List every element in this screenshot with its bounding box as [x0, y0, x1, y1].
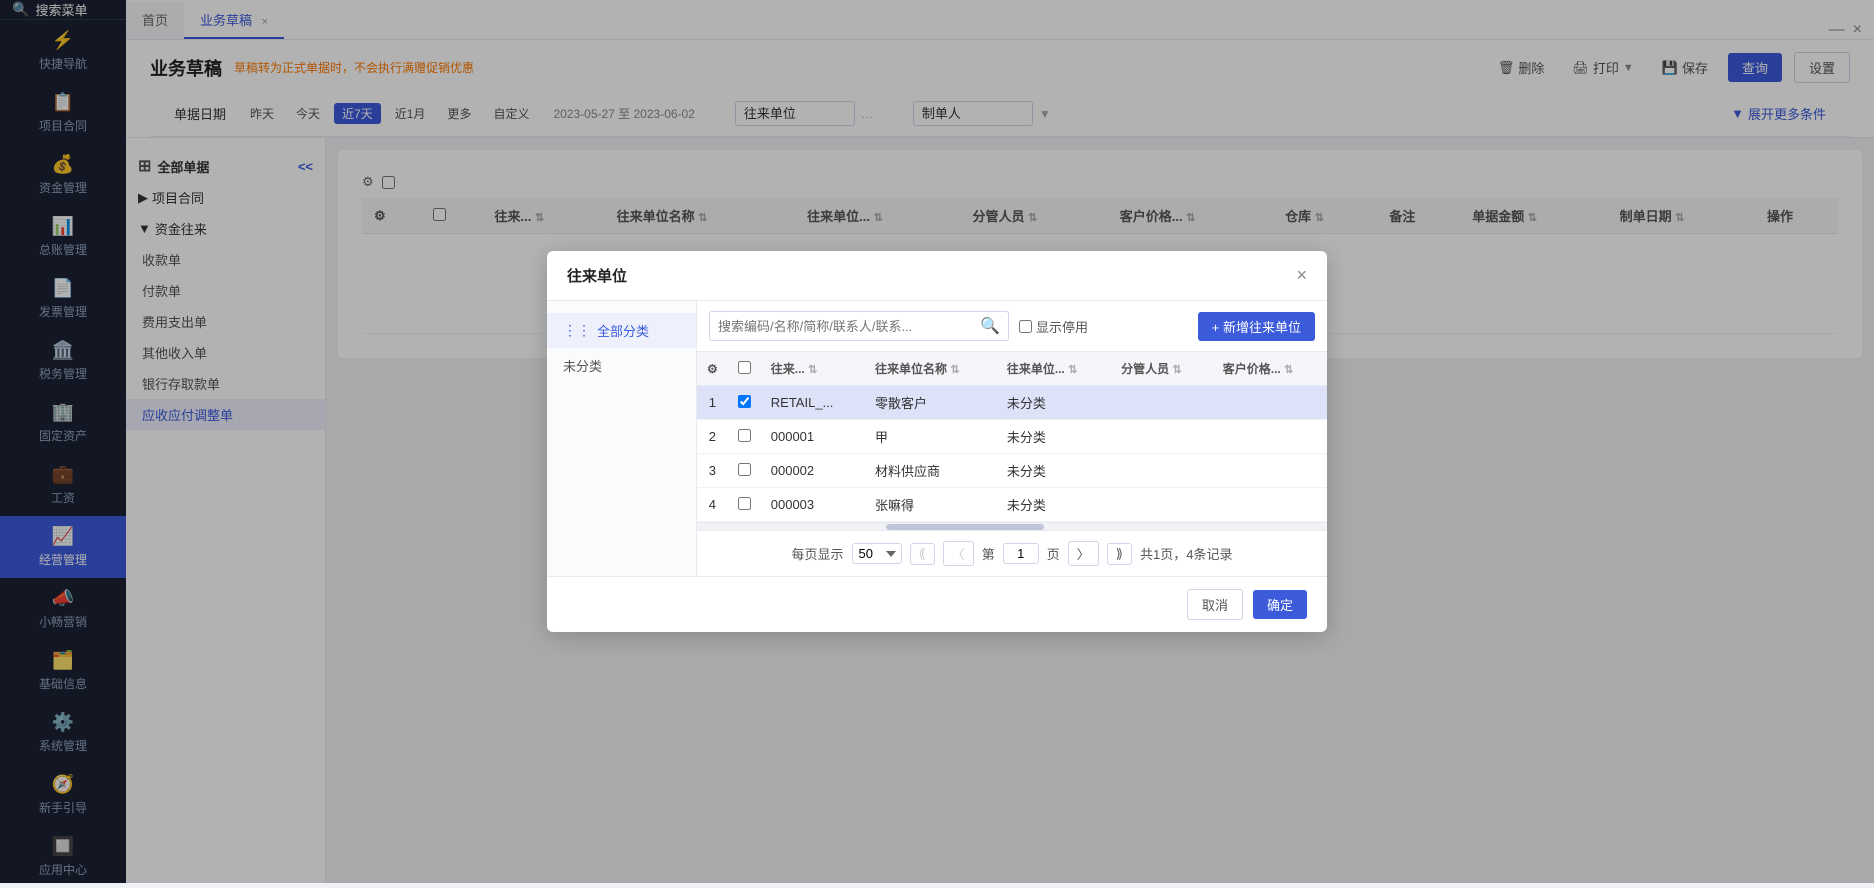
dialog-col-code: 往来... ⇅ — [761, 352, 865, 386]
row-num: 4 — [697, 488, 728, 522]
new-unit-button[interactable]: + 新增往来单位 — [1198, 312, 1315, 341]
horizontal-scrollbar[interactable] — [697, 522, 1327, 530]
row-num: 1 — [697, 386, 728, 420]
search-icon: 🔍 — [980, 316, 1000, 336]
row-name: 甲 — [865, 420, 997, 454]
table-row[interactable]: 1 RETAIL_... 零散客户 未分类 — [697, 386, 1327, 420]
show-disabled-label: 显示停用 — [1036, 317, 1088, 336]
unit-table: ⚙ 往来... ⇅ 往来单位名称 ⇅ 往来单位... ⇅ 分管人员 ⇅ 客户价格… — [697, 352, 1327, 522]
search-box: 🔍 — [709, 311, 1009, 341]
dialog-toolbar: 🔍 显示停用 + 新增往来单位 — [697, 301, 1327, 352]
page-prefix: 第 — [982, 544, 995, 563]
row-code: 000002 — [761, 454, 865, 488]
dialog-pagination: 每页显示 50 10 20 100 ⟪ 〈 第 页 〉 ⟫ 共1页，4条记录 — [697, 530, 1327, 576]
first-page-button[interactable]: ⟪ — [910, 543, 935, 565]
row-manager — [1111, 420, 1213, 454]
prev-page-button[interactable]: 〈 — [943, 541, 974, 566]
unclassified-label: 未分类 — [563, 356, 602, 375]
dialog-sidebar-item-all[interactable]: ⋮⋮ 全部分类 — [547, 313, 696, 348]
row-manager — [1111, 454, 1213, 488]
dialog: 往来单位 × ⋮⋮ 全部分类 未分类 🔍 — [547, 251, 1327, 632]
total-info: 共1页，4条记录 — [1140, 544, 1232, 563]
confirm-button[interactable]: 确定 — [1253, 590, 1307, 619]
dialog-overlay[interactable]: 往来单位 × ⋮⋮ 全部分类 未分类 🔍 — [0, 0, 1874, 883]
dialog-sidebar-item-unclassified[interactable]: 未分类 — [547, 348, 696, 383]
row-check[interactable] — [728, 454, 761, 488]
row-price — [1213, 488, 1327, 522]
table-row[interactable]: 2 000001 甲 未分类 — [697, 420, 1327, 454]
per-page-select[interactable]: 50 10 20 100 — [852, 543, 902, 564]
cancel-button[interactable]: 取消 — [1187, 589, 1243, 620]
row-category: 未分类 — [997, 454, 1111, 488]
row-name: 张嘛得 — [865, 488, 997, 522]
show-disabled-toggle[interactable]: 显示停用 — [1019, 317, 1088, 336]
row-code: RETAIL_... — [761, 386, 865, 420]
dialog-footer: 取消 确定 — [547, 576, 1327, 632]
dialog-close-button[interactable]: × — [1296, 265, 1307, 286]
all-categories-label: 全部分类 — [597, 321, 649, 340]
row-num: 3 — [697, 454, 728, 488]
page-suffix: 页 — [1047, 544, 1060, 563]
row-price — [1213, 454, 1327, 488]
show-disabled-checkbox[interactable] — [1019, 320, 1032, 333]
dialog-col-price: 客户价格... ⇅ — [1213, 352, 1327, 386]
row-name: 零散客户 — [865, 386, 997, 420]
dialog-body: ⋮⋮ 全部分类 未分类 🔍 显示停用 — [547, 301, 1327, 576]
row-check[interactable] — [728, 386, 761, 420]
dialog-header: 往来单位 × — [547, 251, 1327, 301]
dialog-col-cat: 往来单位... ⇅ — [997, 352, 1111, 386]
dialog-col-manager: 分管人员 ⇅ — [1111, 352, 1213, 386]
row-num: 2 — [697, 420, 728, 454]
row-manager — [1111, 386, 1213, 420]
row-category: 未分类 — [997, 420, 1111, 454]
dialog-col-settings[interactable]: ⚙ — [697, 352, 728, 386]
next-page-button[interactable]: 〉 — [1068, 541, 1099, 566]
dialog-sidebar: ⋮⋮ 全部分类 未分类 — [547, 301, 697, 576]
table-row[interactable]: 3 000002 材料供应商 未分类 — [697, 454, 1327, 488]
dialog-title: 往来单位 — [567, 265, 627, 286]
last-page-button[interactable]: ⟫ — [1107, 543, 1132, 565]
dialog-main: 🔍 显示停用 + 新增往来单位 ⚙ — [697, 301, 1327, 576]
row-price — [1213, 386, 1327, 420]
row-code: 000001 — [761, 420, 865, 454]
per-page-label: 每页显示 — [791, 544, 843, 563]
row-manager — [1111, 488, 1213, 522]
row-code: 000003 — [761, 488, 865, 522]
page-input[interactable] — [1003, 543, 1039, 564]
table-row[interactable]: 4 000003 张嘛得 未分类 — [697, 488, 1327, 522]
dialog-table: ⚙ 往来... ⇅ 往来单位名称 ⇅ 往来单位... ⇅ 分管人员 ⇅ 客户价格… — [697, 352, 1327, 522]
row-check[interactable] — [728, 420, 761, 454]
dialog-col-check — [728, 352, 761, 386]
scrollbar-thumb[interactable] — [886, 524, 1044, 530]
row-check[interactable] — [728, 488, 761, 522]
search-input[interactable] — [718, 319, 974, 334]
dialog-col-name: 往来单位名称 ⇅ — [865, 352, 997, 386]
grid-icon: ⋮⋮ — [563, 322, 591, 339]
row-name: 材料供应商 — [865, 454, 997, 488]
row-price — [1213, 420, 1327, 454]
row-category: 未分类 — [997, 386, 1111, 420]
row-category: 未分类 — [997, 488, 1111, 522]
